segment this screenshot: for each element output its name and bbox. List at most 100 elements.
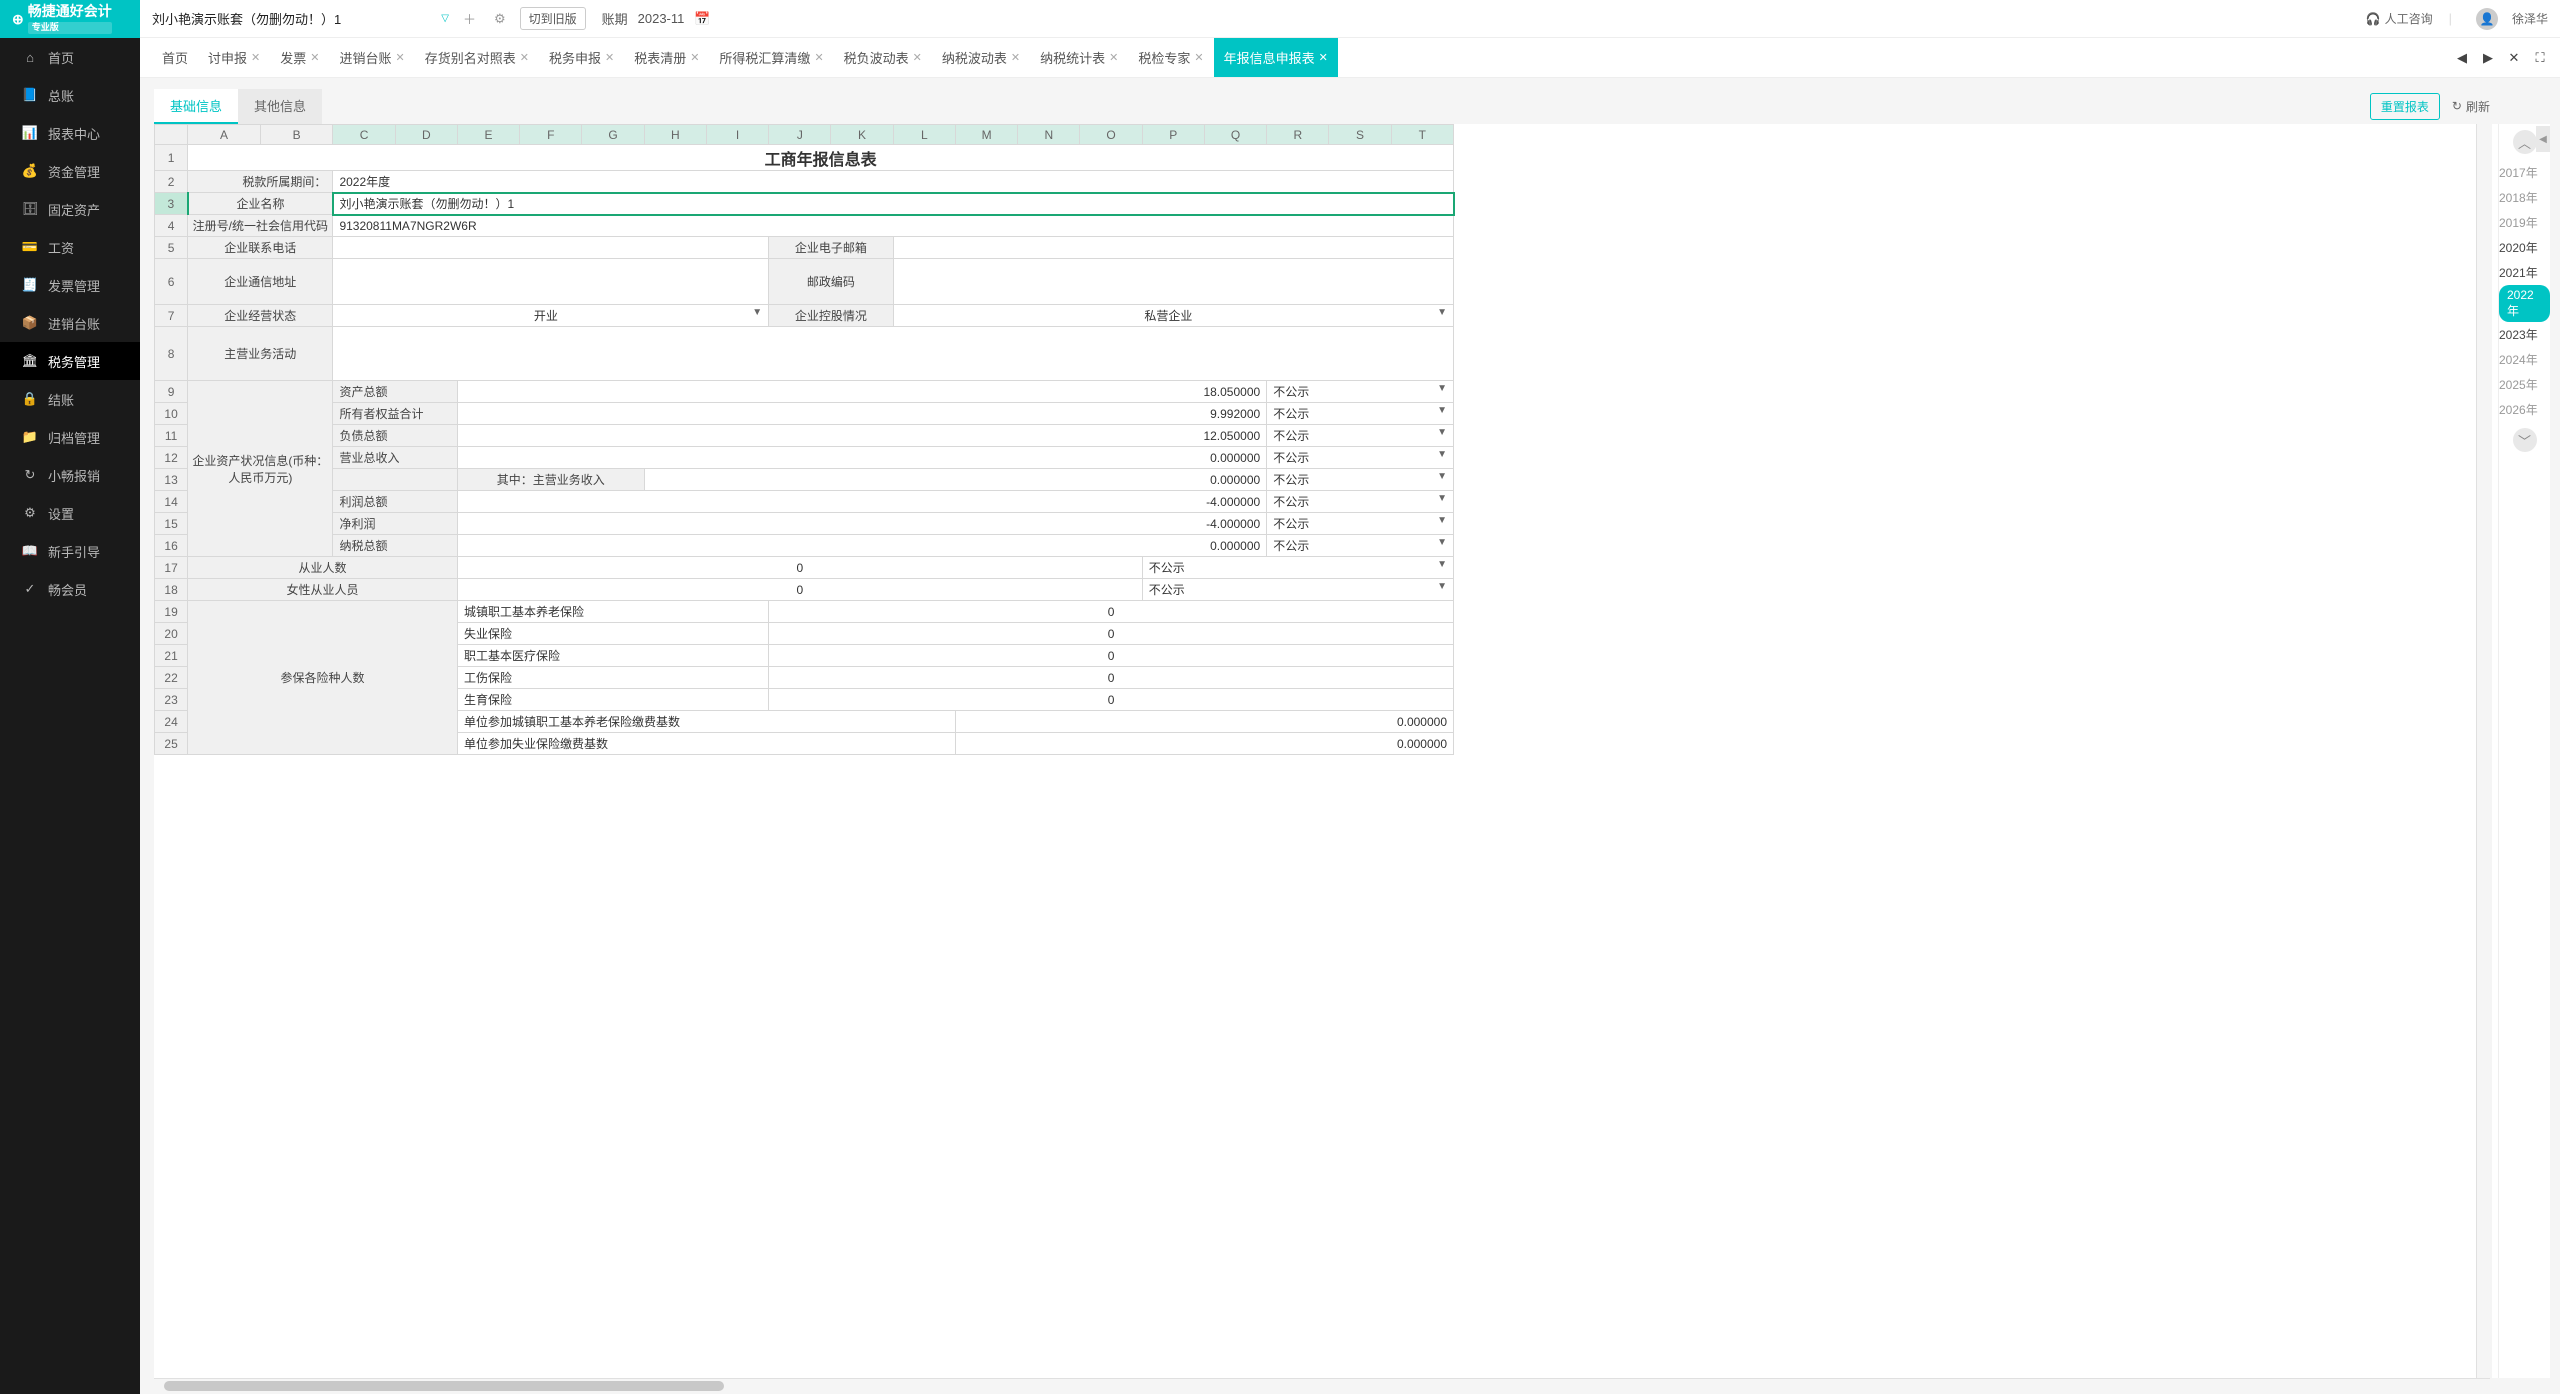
- consult-link[interactable]: 🎧 人工咨询: [2366, 10, 2433, 27]
- cell-value[interactable]: -4.000000: [457, 491, 1266, 513]
- dropdown-cell[interactable]: 不公示▼: [1267, 535, 1454, 557]
- tab-8[interactable]: 税负波动表✕: [834, 38, 932, 77]
- cell-value[interactable]: 0: [769, 645, 1454, 667]
- col-header[interactable]: H: [644, 125, 706, 145]
- avatar-icon[interactable]: 👤: [2476, 8, 2498, 30]
- account-selector[interactable]: 刘小艳演示账套（勿删勿动！）1: [152, 9, 341, 28]
- close-icon[interactable]: ✕: [814, 51, 823, 64]
- chevron-down-icon[interactable]: ▼: [1437, 307, 1447, 318]
- sidebar-item-reimburse[interactable]: ↻小畅报销: [0, 456, 140, 494]
- cell-value[interactable]: 0.000000: [644, 469, 1267, 491]
- close-icon[interactable]: ✕: [1109, 51, 1118, 64]
- row-header[interactable]: 16: [155, 535, 188, 557]
- cell-value[interactable]: 0: [457, 557, 1142, 579]
- tab-10[interactable]: 纳税统计表✕: [1030, 38, 1128, 77]
- row-header[interactable]: 19: [155, 601, 188, 623]
- sidebar-item-invoice[interactable]: 🧾发票管理: [0, 266, 140, 304]
- sidebar-item-home[interactable]: ⌂首页: [0, 38, 140, 76]
- close-icon[interactable]: ✕: [396, 51, 405, 64]
- cell-value[interactable]: [333, 327, 1454, 381]
- year-item[interactable]: 2018年: [2499, 185, 2550, 210]
- chevron-down-icon[interactable]: ▽: [441, 13, 449, 24]
- tab-6[interactable]: 税表清册✕: [624, 38, 709, 77]
- close-icon[interactable]: ✕: [520, 51, 529, 64]
- row-header[interactable]: 23: [155, 689, 188, 711]
- tab-9[interactable]: 纳税波动表✕: [932, 38, 1030, 77]
- row-header[interactable]: 17: [155, 557, 188, 579]
- tab-next-icon[interactable]: ▶: [2476, 46, 2500, 70]
- row-header[interactable]: 5: [155, 237, 188, 259]
- dropdown-cell[interactable]: 不公示▼: [1142, 557, 1453, 579]
- col-header[interactable]: F: [520, 125, 582, 145]
- dropdown-cell[interactable]: 不公示▼: [1267, 425, 1454, 447]
- tab-4[interactable]: 存货别名对照表✕: [415, 38, 539, 77]
- sidebar-item-salary[interactable]: 💳工资: [0, 228, 140, 266]
- col-header[interactable]: J: [769, 125, 831, 145]
- row-header[interactable]: 10: [155, 403, 188, 425]
- row-header[interactable]: 8: [155, 327, 188, 381]
- close-icon[interactable]: ✕: [1011, 51, 1020, 64]
- fullscreen-icon[interactable]: ⛶: [2528, 46, 2552, 70]
- close-icon[interactable]: ✕: [251, 51, 260, 64]
- year-item[interactable]: 2023年: [2499, 322, 2550, 347]
- col-header[interactable]: A: [188, 125, 261, 145]
- col-header[interactable]: P: [1142, 125, 1204, 145]
- row-header[interactable]: 1: [155, 145, 188, 171]
- cell-value[interactable]: 18.050000: [457, 381, 1266, 403]
- col-header[interactable]: G: [582, 125, 644, 145]
- year-item[interactable]: 2024年: [2499, 347, 2550, 372]
- selected-cell[interactable]: 刘小艳演示账套（勿删勿动！）1: [333, 193, 1454, 215]
- close-icon[interactable]: ✕: [1194, 51, 1203, 64]
- year-item[interactable]: 2021年: [2499, 260, 2550, 285]
- tab-5[interactable]: 税务申报✕: [539, 38, 624, 77]
- cell-value[interactable]: 91320811MA7NGR2W6R: [333, 215, 1454, 237]
- tab-3[interactable]: 进销台账✕: [329, 38, 414, 77]
- row-header[interactable]: 13: [155, 469, 188, 491]
- cell-value[interactable]: 0: [769, 689, 1454, 711]
- dropdown-cell[interactable]: 不公示▼: [1267, 491, 1454, 513]
- year-item[interactable]: 2025年: [2499, 372, 2550, 397]
- row-header[interactable]: 3: [155, 193, 188, 215]
- calendar-icon[interactable]: 📅: [694, 11, 710, 27]
- year-item[interactable]: 2020年: [2499, 235, 2550, 260]
- dropdown-cell[interactable]: 不公示▼: [1267, 381, 1454, 403]
- sidebar-item-archive[interactable]: 📁归档管理: [0, 418, 140, 456]
- cell-value[interactable]: 0: [769, 667, 1454, 689]
- col-header[interactable]: B: [260, 125, 333, 145]
- close-icon[interactable]: ✕: [913, 51, 922, 64]
- col-header[interactable]: Q: [1204, 125, 1266, 145]
- spreadsheet[interactable]: ABCDEFGHIJKLMNOPQRST 1工商年报信息表 2税款所属期间：20…: [154, 124, 2476, 1378]
- sidebar-item-close[interactable]: 🔒结账: [0, 380, 140, 418]
- row-header[interactable]: 12: [155, 447, 188, 469]
- col-header[interactable]: N: [1018, 125, 1080, 145]
- row-header[interactable]: 7: [155, 305, 188, 327]
- col-header[interactable]: D: [395, 125, 457, 145]
- sheet-corner[interactable]: [155, 125, 188, 145]
- year-item[interactable]: 2022年: [2499, 285, 2550, 322]
- row-header[interactable]: 22: [155, 667, 188, 689]
- cell-value[interactable]: 0: [769, 623, 1454, 645]
- horizontal-scrollbar[interactable]: [154, 1378, 2490, 1394]
- tab-1[interactable]: 讨申报✕: [198, 38, 270, 77]
- sidebar-item-report[interactable]: 📊报表中心: [0, 114, 140, 152]
- subtab-1[interactable]: 其他信息: [238, 89, 322, 124]
- cell-value[interactable]: 0: [457, 579, 1142, 601]
- sidebar-item-asset[interactable]: 🗄固定资产: [0, 190, 140, 228]
- cell-value[interactable]: -4.000000: [457, 513, 1266, 535]
- col-header[interactable]: S: [1329, 125, 1391, 145]
- tab-7[interactable]: 所得税汇算清缴✕: [709, 38, 833, 77]
- switch-old-button[interactable]: 切到旧版: [520, 7, 586, 30]
- cell-value[interactable]: 0.000000: [955, 711, 1453, 733]
- collapse-year-panel-icon[interactable]: ◀: [2536, 126, 2550, 152]
- cell-value[interactable]: 0.000000: [457, 535, 1266, 557]
- sidebar-item-vip[interactable]: ✓畅会员: [0, 570, 140, 608]
- subtab-0[interactable]: 基础信息: [154, 89, 238, 124]
- reset-report-button[interactable]: 重置报表: [2370, 93, 2440, 120]
- close-icon[interactable]: ✕: [1319, 51, 1328, 64]
- row-header[interactable]: 6: [155, 259, 188, 305]
- row-header[interactable]: 11: [155, 425, 188, 447]
- tab-prev-icon[interactable]: ◀: [2450, 46, 2474, 70]
- col-header[interactable]: L: [893, 125, 955, 145]
- col-header[interactable]: R: [1267, 125, 1329, 145]
- row-header[interactable]: 21: [155, 645, 188, 667]
